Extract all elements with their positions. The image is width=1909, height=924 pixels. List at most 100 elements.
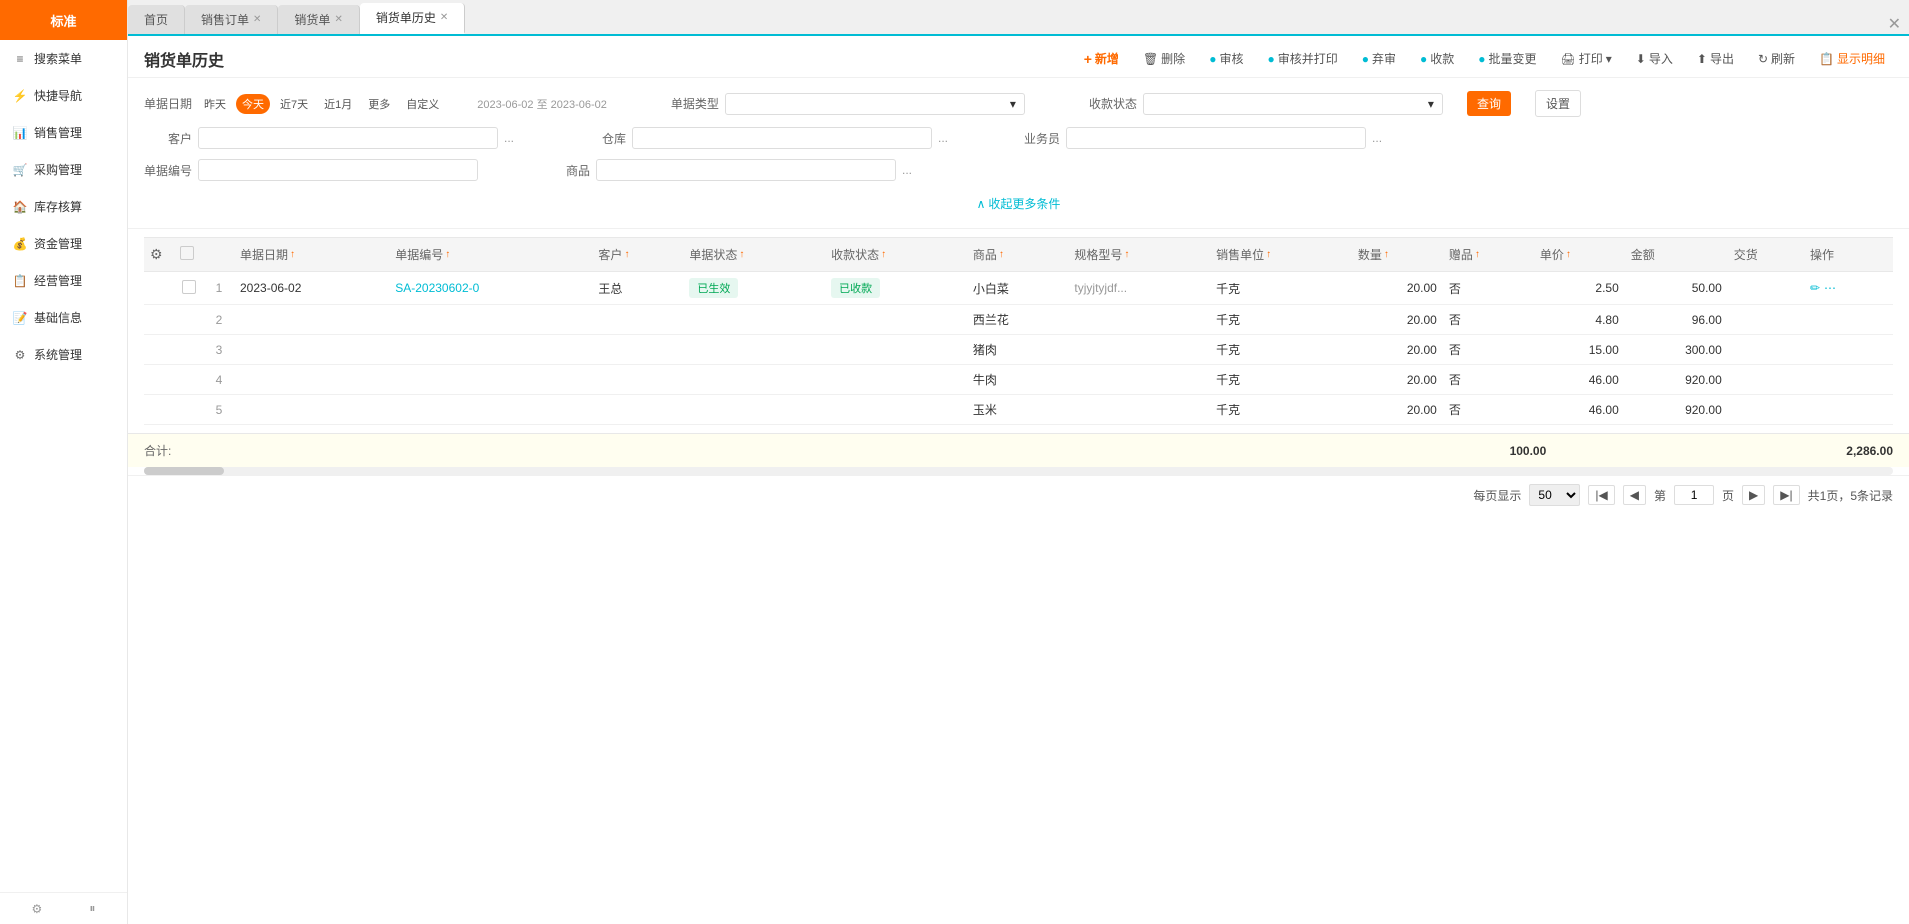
sidebar-item-finance[interactable]: 💰 资金管理 <box>0 225 127 262</box>
export-icon: ⬆ <box>1697 52 1707 66</box>
warehouse-input[interactable] <box>632 127 932 149</box>
delete-button[interactable]: 🗑 删除 <box>1135 46 1193 71</box>
date-tag-more[interactable]: 更多 <box>362 94 396 114</box>
sort-spec[interactable]: 规格型号 ↑ <box>1074 246 1204 263</box>
table-settings-icon[interactable]: ⚙ <box>150 246 163 262</box>
refresh-button[interactable]: ↻ 刷新 <box>1750 46 1803 71</box>
td-customer <box>592 365 683 395</box>
settings-filter-button[interactable]: 设置 <box>1535 90 1581 117</box>
scroll-thumb[interactable] <box>144 467 224 475</box>
date-tag-7days[interactable]: 近7天 <box>274 94 314 114</box>
sort-qty[interactable]: 数量 ↑ <box>1358 246 1437 263</box>
prev-page-btn[interactable]: ◀ <box>1623 485 1646 505</box>
sidebar-item-system-mgmt[interactable]: ⚙ 系统管理 <box>0 336 127 373</box>
sort-doc-status[interactable]: 单据状态 ↑ <box>689 246 819 263</box>
sidebar-item-sales-mgmt[interactable]: 📊 销售管理 <box>0 114 127 151</box>
collapse-filter-btn[interactable]: ∧ 收起更多条件 <box>977 195 1061 212</box>
date-tag-today[interactable]: 今天 <box>236 94 270 114</box>
doc-type-select[interactable]: ▾ <box>725 93 1025 115</box>
sidebar-settings-btn[interactable]: ⚙ <box>32 902 43 916</box>
per-page-select[interactable]: 50 100 200 <box>1529 484 1580 506</box>
sort-customer[interactable]: 客户 ↑ <box>598 246 677 263</box>
sidebar-item-basic-info[interactable]: 📝 基础信息 <box>0 299 127 336</box>
tab-sales-history[interactable]: 销货单历史 ✕ <box>360 3 465 34</box>
td-unit: 千克 <box>1210 272 1352 305</box>
tab-sales-history-label: 销货单历史 <box>376 9 436 26</box>
td-delivery <box>1728 365 1804 395</box>
sort-price-icon: ↑ <box>1566 249 1571 260</box>
sidebar-collapse-btn[interactable]: ⏸ <box>89 901 95 916</box>
sidebar-item-purchase-mgmt[interactable]: 🛒 采购管理 <box>0 151 127 188</box>
first-page-btn[interactable]: |◀ <box>1588 485 1614 505</box>
sidebar-item-ops-mgmt[interactable]: 📋 经营管理 <box>0 262 127 299</box>
th-customer: 客户 ↑ <box>592 238 683 272</box>
last-page-btn[interactable]: ▶| <box>1773 485 1799 505</box>
tab-sales-order-close[interactable]: ✕ <box>253 14 261 25</box>
date-tag-custom[interactable]: 自定义 <box>400 94 445 114</box>
doc-no-input[interactable] <box>198 159 478 181</box>
filter-salesperson-label: 业务员 <box>1012 130 1060 147</box>
export-button[interactable]: ⬆ 导出 <box>1689 46 1742 71</box>
sort-goods[interactable]: 商品 ↑ <box>973 246 1063 263</box>
audit-icon: ● <box>1209 52 1216 66</box>
print-button[interactable]: 🖨 打印 ▾ <box>1553 46 1620 71</box>
td-doc-date <box>234 335 389 365</box>
page-content: 销货单历史 + 新增 🗑 删除 ● 审核 ● 审核并打印 <box>128 36 1909 924</box>
show-detail-button[interactable]: 📋 显示明细 <box>1811 46 1893 71</box>
customer-input[interactable] <box>198 127 498 149</box>
salesperson-ellipsis[interactable]: ... <box>1372 131 1382 145</box>
tab-home[interactable]: 首页 <box>128 5 185 34</box>
td-customer <box>592 335 683 365</box>
row-checkbox[interactable] <box>182 280 196 294</box>
audit-print-button[interactable]: ● 审核并打印 <box>1259 46 1345 71</box>
sort-gift[interactable]: 赠品 ↑ <box>1449 246 1528 263</box>
tab-sales-delivery-close[interactable]: ✕ <box>334 14 342 25</box>
audit-button[interactable]: ● 审核 <box>1201 46 1251 71</box>
sort-doc-no[interactable]: 单据编号 ↑ <box>395 246 586 263</box>
sidebar-item-search-menu[interactable]: ≡ 搜索菜单 <box>0 40 127 77</box>
tab-home-label: 首页 <box>144 11 168 28</box>
goods-ellipsis[interactable]: ... <box>902 163 912 177</box>
add-button[interactable]: + 新增 <box>1076 46 1127 71</box>
td-doc-status: 已生效 <box>683 272 825 305</box>
collect-status-select[interactable]: ▾ <box>1143 93 1443 115</box>
collect-status-dropdown-icon: ▾ <box>1428 97 1434 111</box>
tab-sales-history-close[interactable]: ✕ <box>440 12 448 23</box>
import-button[interactable]: ⬇ 导入 <box>1628 46 1681 71</box>
close-all-tabs-btn[interactable]: ✕ <box>1888 14 1901 34</box>
audit-label: 审核 <box>1219 50 1243 67</box>
action-btn-0[interactable]: ✏ <box>1810 281 1820 295</box>
sort-collect-status[interactable]: 收款状态 ↑ <box>831 246 961 263</box>
page-number-input[interactable] <box>1674 485 1714 505</box>
salesperson-input[interactable] <box>1066 127 1366 149</box>
query-button[interactable]: 查询 <box>1467 91 1511 116</box>
warehouse-ellipsis[interactable]: ... <box>938 131 948 145</box>
sort-price[interactable]: 单价 ↑ <box>1540 246 1619 263</box>
sort-unit[interactable]: 销售单位 ↑ <box>1216 246 1346 263</box>
abandon-icon: ● <box>1362 52 1369 66</box>
tab-sales-order[interactable]: 销售订单 ✕ <box>185 5 278 34</box>
action-btn-1[interactable]: ⋯ <box>1824 281 1836 295</box>
batch-change-button[interactable]: ● 批量变更 <box>1470 46 1544 71</box>
date-tag-1month[interactable]: 近1月 <box>318 94 358 114</box>
sidebar-item-inventory[interactable]: 🏠 库存核算 <box>0 188 127 225</box>
audit-print-icon: ● <box>1267 52 1274 66</box>
abandon-button[interactable]: ● 弃审 <box>1354 46 1404 71</box>
collect-button[interactable]: ● 收款 <box>1412 46 1462 71</box>
date-tag-yesterday[interactable]: 昨天 <box>198 94 232 114</box>
tab-sales-delivery[interactable]: 销货单 ✕ <box>278 5 359 34</box>
filter-more-row: ∧ 收起更多条件 <box>144 191 1893 216</box>
sidebar-item-quick-nav[interactable]: ⚡ 快捷导航 <box>0 77 127 114</box>
td-doc-no <box>389 395 592 425</box>
th-doc-no: 单据编号 ↑ <box>389 238 592 272</box>
filter-doc-no-item: 单据编号 <box>144 159 478 181</box>
pagination: 每页显示 50 100 200 |◀ ◀ 第 页 ▶ ▶| 共1页，5条记录 <box>128 475 1909 514</box>
goods-input[interactable] <box>596 159 896 181</box>
sort-doc-date[interactable]: 单据日期 ↑ <box>240 246 383 263</box>
scroll-track[interactable] <box>144 467 1893 475</box>
doc-no-link[interactable]: SA-20230602-0 <box>395 281 479 295</box>
customer-ellipsis[interactable]: ... <box>504 131 514 145</box>
sort-doc-status-icon: ↑ <box>739 249 744 260</box>
select-all-checkbox[interactable] <box>180 246 194 260</box>
next-page-btn[interactable]: ▶ <box>1742 485 1765 505</box>
